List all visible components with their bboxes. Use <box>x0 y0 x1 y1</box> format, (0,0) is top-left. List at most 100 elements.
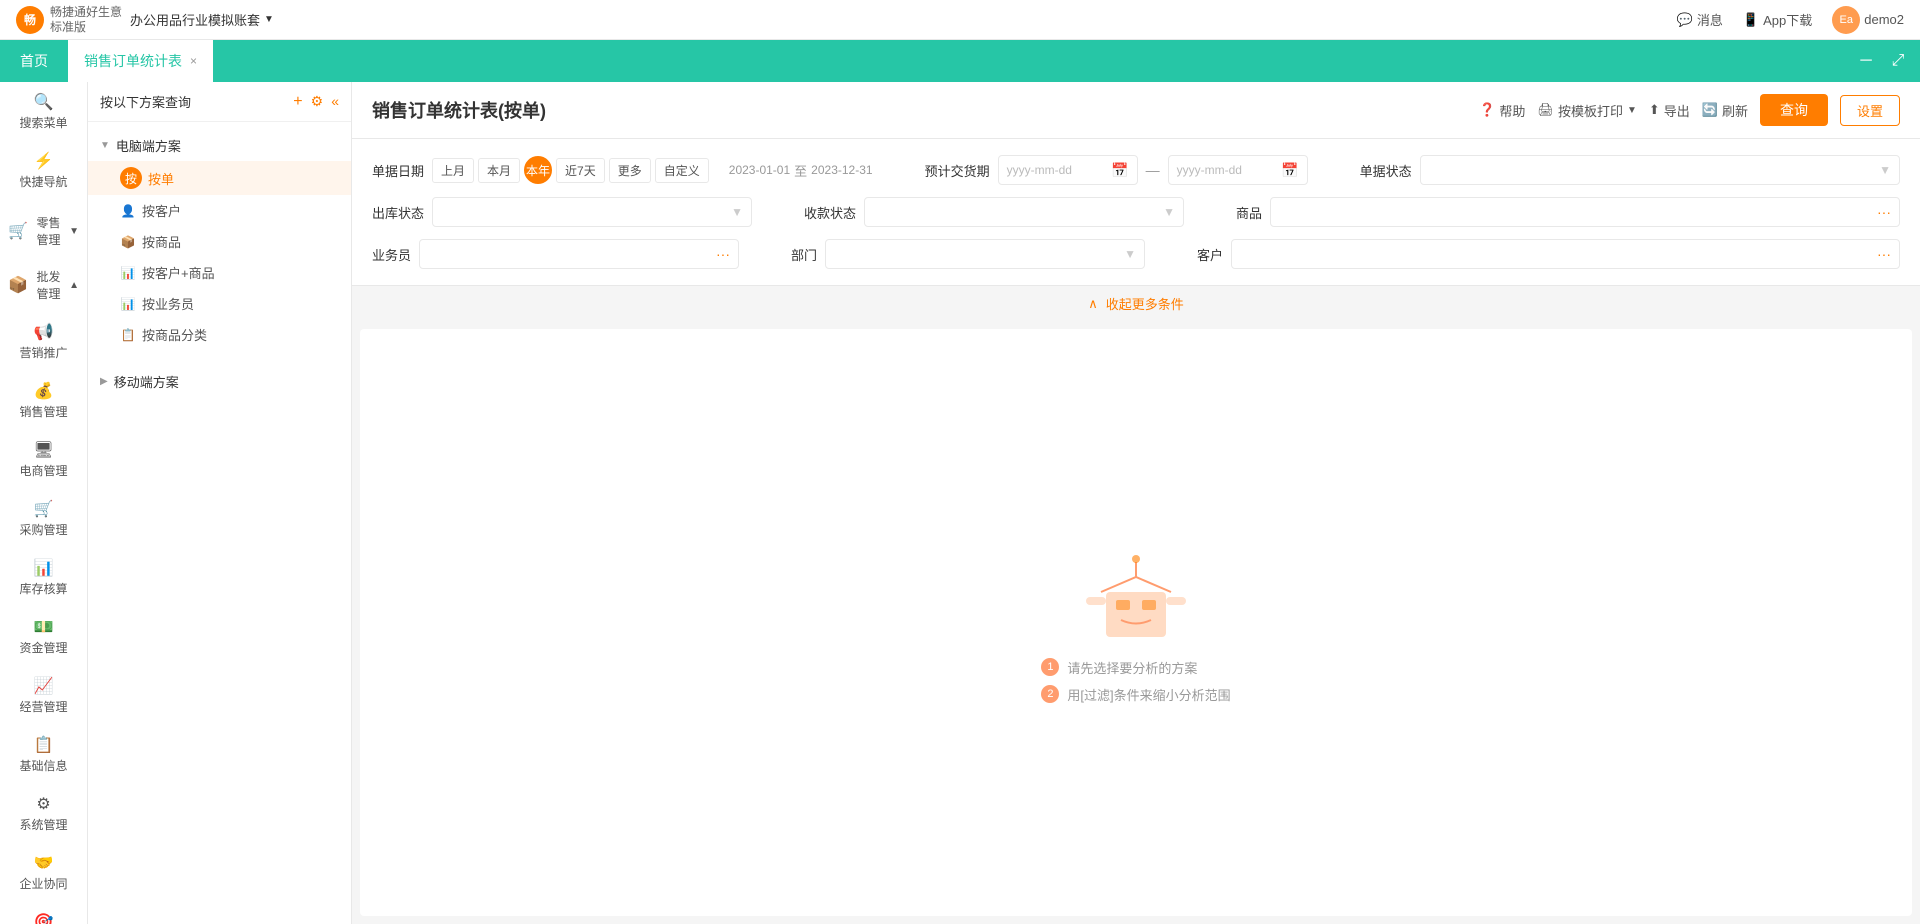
refresh-icon: 🔄 <box>1702 102 1718 118</box>
date-range-sep: 至 <box>794 161 807 180</box>
date-btn-more[interactable]: 更多 <box>609 158 651 183</box>
tree-arrow-mobile: ▶ <box>100 376 108 387</box>
collapse-bar[interactable]: ∧ 收起更多条件 <box>352 286 1920 321</box>
top-bar-right: 💬 消息 📱 App下载 Ea demo2 <box>1677 6 1904 34</box>
salesman-select[interactable]: ··· <box>419 239 739 269</box>
print-button[interactable]: 🖨 按模板打印 ▼ <box>1537 101 1636 120</box>
out-status-select[interactable]: ▼ <box>432 197 752 227</box>
sidebar-item-enterprise[interactable]: 🤝 企业协同 <box>0 843 87 902</box>
customer-more-icon[interactable]: ··· <box>1877 246 1891 262</box>
sidebar-item-purchase[interactable]: 🛒 采购管理 <box>0 489 87 548</box>
filter-row-1: 单据日期 上月 本月 本年 近7天 <box>372 155 1900 185</box>
calendar-end-icon[interactable]: 📅 <box>1281 162 1298 179</box>
export-button[interactable]: ⬆ 导出 <box>1649 101 1690 120</box>
help-button[interactable]: ❓ 帮助 <box>1479 101 1525 120</box>
tree-child-by-goods[interactable]: 📦 按商品 <box>88 226 351 257</box>
tree-child-by-order[interactable]: 按 按单 <box>88 161 351 195</box>
active-scheme-badge: 按 <box>120 167 142 189</box>
filter-area: 单据日期 上月 本月 本年 近7天 <box>352 139 1920 286</box>
goods-more-icon[interactable]: ··· <box>1877 204 1891 220</box>
calendar-start-icon[interactable]: 📅 <box>1111 162 1128 179</box>
date-btn-last-month[interactable]: 上月 <box>432 158 474 183</box>
sidebar-marketing-label: 营销推广 <box>19 344 67 361</box>
basic-info-icon: 📋 <box>34 735 54 755</box>
goods-select[interactable]: ··· <box>1270 197 1900 227</box>
sidebar-wholesale-label: 批发管理 <box>32 268 65 302</box>
tree-child-by-goods-label: 按商品 <box>142 232 181 251</box>
tab-active-sales[interactable]: 销售订单统计表 × <box>68 40 213 82</box>
avatar-initials: Ea <box>1840 14 1853 26</box>
maximize-icon[interactable]: ⤢ <box>1888 51 1908 71</box>
minimize-icon[interactable]: ─ <box>1856 51 1876 71</box>
app-download-button[interactable]: 📱 App下载 <box>1743 10 1812 29</box>
user-profile[interactable]: Ea demo2 <box>1832 6 1904 34</box>
sidebar-item-finance[interactable]: 💵 资金管理 <box>0 607 87 666</box>
customer-label: 客户 <box>1197 245 1223 264</box>
help-icon: ❓ <box>1479 102 1495 118</box>
tree-parent-mobile-label: 移动端方案 <box>114 372 179 391</box>
tree-child-by-salesman[interactable]: 📊 按业务员 <box>88 288 351 319</box>
filter-field-expected-delivery: 预计交货期 yyyy-mm-dd 📅 — yyyy-mm-dd 📅 <box>925 155 1308 185</box>
help-label: 帮助 <box>1499 101 1525 120</box>
date-range-end: 2023-12-31 <box>811 163 872 177</box>
page-title: 销售订单统计表(按单) <box>372 97 546 135</box>
sidebar-sales-label: 销售管理 <box>19 403 67 420</box>
account-dropdown[interactable]: 办公用品行业模拟账套 ▼ <box>130 10 274 29</box>
app-download-label: App下载 <box>1763 10 1812 29</box>
sidebar-item-new-guide[interactable]: 🎯 新手引导 <box>0 902 87 924</box>
tab-close-icon[interactable]: × <box>190 54 197 68</box>
tab-home[interactable]: 首页 <box>0 40 68 82</box>
date-btn-this-month[interactable]: 本月 <box>478 158 520 183</box>
sidebar-item-system[interactable]: ⚙ 系统管理 <box>0 784 87 843</box>
salesman-more-icon[interactable]: ··· <box>716 246 730 262</box>
message-button[interactable]: 💬 消息 <box>1677 10 1723 29</box>
collapse-panel-button[interactable]: « <box>331 93 339 111</box>
tab-sales-label: 销售订单统计表 <box>84 51 182 71</box>
expected-delivery-start-placeholder: yyyy-mm-dd <box>1007 163 1072 177</box>
refresh-button[interactable]: 🔄 刷新 <box>1702 101 1748 120</box>
avatar: Ea <box>1832 6 1860 34</box>
tree-parent-mobile[interactable]: ▶ 移动端方案 <box>88 366 351 397</box>
logo-line2: 标准版 <box>50 20 122 34</box>
message-icon: 💬 <box>1677 12 1693 28</box>
date-btn-this-year[interactable]: 本年 <box>524 156 552 184</box>
add-scheme-button[interactable]: + <box>293 93 302 111</box>
user-name: demo2 <box>1864 12 1904 27</box>
tree-child-by-customer[interactable]: 👤 按客户 <box>88 195 351 226</box>
inventory-icon: 📊 <box>34 558 54 578</box>
sidebar-item-operations[interactable]: 📈 经营管理 <box>0 666 87 725</box>
date-btn-custom[interactable]: 自定义 <box>655 158 709 183</box>
tip-text-1: 请先选择要分析的方案 <box>1067 658 1197 677</box>
sidebar-item-search-menu[interactable]: 🔍 搜索菜单 <box>0 82 87 141</box>
export-label: 导出 <box>1664 101 1690 120</box>
collapse-label: 收起更多条件 <box>1106 294 1184 313</box>
retail-arrow-icon: ▼ <box>69 226 79 237</box>
sidebar-item-marketing[interactable]: 📢 营销推广 <box>0 312 87 371</box>
tip-num-2: 2 <box>1041 685 1059 703</box>
sidebar-item-basic-info[interactable]: 📋 基础信息 <box>0 725 87 784</box>
expected-delivery-start-input[interactable]: yyyy-mm-dd 📅 <box>998 155 1138 185</box>
payment-status-select[interactable]: ▼ <box>864 197 1184 227</box>
expected-delivery-end-input[interactable]: yyyy-mm-dd 📅 <box>1168 155 1308 185</box>
tree-child-by-goods-category[interactable]: 📋 按商品分类 <box>88 319 351 350</box>
query-button[interactable]: 查询 <box>1760 94 1828 126</box>
order-status-select[interactable]: ▼ <box>1420 155 1900 185</box>
sidebar-item-retail[interactable]: 🛒 零售管理 ▼ <box>0 204 87 258</box>
sidebar-item-quick-nav[interactable]: ⚡ 快捷导航 <box>0 141 87 200</box>
sidebar-item-sales[interactable]: 💰 销售管理 <box>0 371 87 430</box>
salesman-label: 业务员 <box>372 245 411 264</box>
tree-child-by-customer-label: 按客户 <box>142 201 181 220</box>
department-select[interactable]: ▼ <box>825 239 1145 269</box>
tree-parent-pc[interactable]: ▼ 电脑端方案 <box>88 130 351 161</box>
tree-child-by-customer-goods[interactable]: 📊 按客户+商品 <box>88 257 351 288</box>
collapse-button[interactable]: ∧ 收起更多条件 <box>1088 294 1184 313</box>
customer-select[interactable]: ··· <box>1231 239 1900 269</box>
settings-button[interactable]: 设置 <box>1840 95 1900 126</box>
empty-svg-icon <box>1076 542 1196 642</box>
setting-scheme-button[interactable]: ⚙ <box>311 93 324 111</box>
sidebar-item-ecommerce[interactable]: 🖥 电商管理 <box>0 430 87 489</box>
date-btn-7days[interactable]: 近7天 <box>556 158 605 183</box>
goods-category-icon: 📋 <box>120 327 136 343</box>
sidebar-item-inventory[interactable]: 📊 库存核算 <box>0 548 87 607</box>
sidebar-item-wholesale[interactable]: 📦 批发管理 ▲ <box>0 258 87 312</box>
